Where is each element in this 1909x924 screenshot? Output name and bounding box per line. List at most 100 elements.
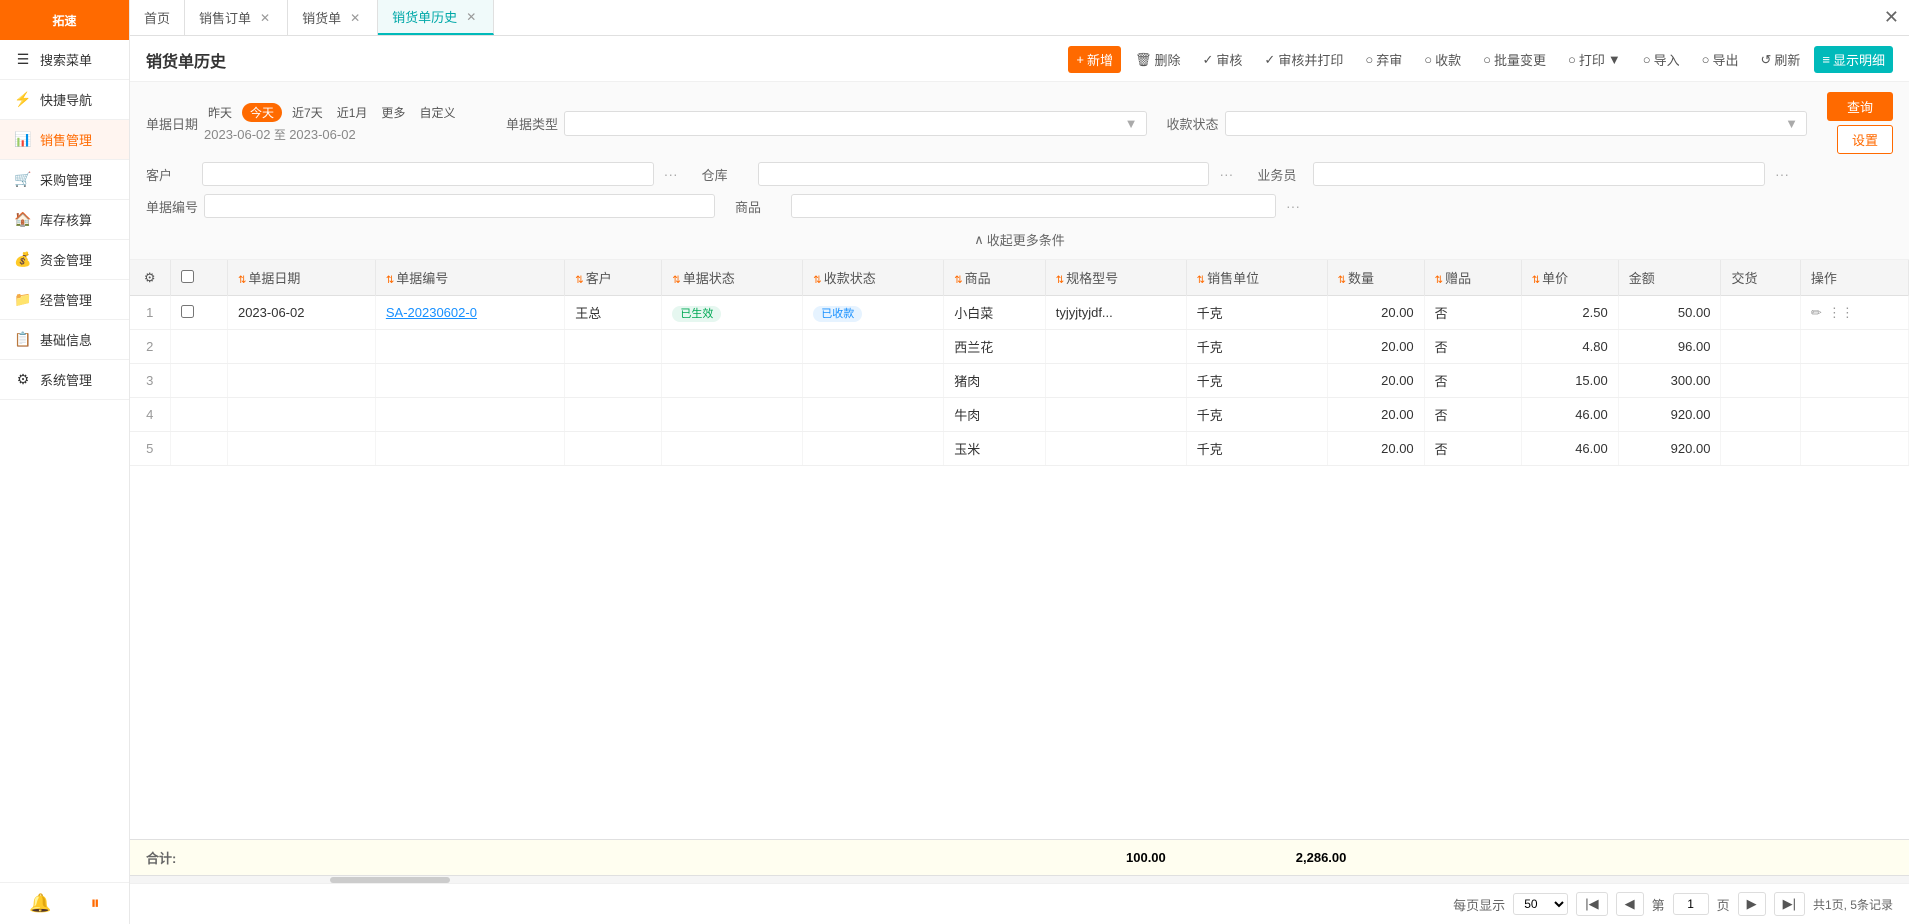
- refresh-button[interactable]: ↺ 刷新: [1752, 46, 1808, 73]
- print-button[interactable]: ○ 打印 ▼: [1560, 46, 1629, 73]
- shortcut-1month[interactable]: 近1月: [333, 103, 372, 122]
- tab-home-label: 首页: [144, 8, 170, 27]
- horizontal-scrollbar[interactable]: [130, 875, 1909, 883]
- shortcut-yesterday[interactable]: 昨天: [204, 103, 236, 122]
- abandon-button[interactable]: ○ 弃审: [1357, 46, 1410, 73]
- tab-sales-history[interactable]: 销货单历史 ✕: [378, 0, 494, 35]
- row-order-no[interactable]: [375, 364, 564, 398]
- per-page-select[interactable]: 50 100 200: [1513, 893, 1568, 915]
- review-print-button[interactable]: ✓ 审核并打印: [1256, 46, 1351, 73]
- row-gift: 否: [1424, 330, 1521, 364]
- warehouse-more-icon[interactable]: ···: [1215, 166, 1237, 182]
- date-column-header[interactable]: ⇅单据日期: [227, 260, 375, 296]
- notification-icon[interactable]: 🔔: [29, 893, 51, 914]
- sidebar-item-sales-mgmt[interactable]: 📊 销售管理: [0, 120, 129, 160]
- customer-input[interactable]: [202, 162, 654, 186]
- filter-settings-button[interactable]: 设置: [1837, 125, 1893, 154]
- sidebar-item-operation-mgmt[interactable]: 📁 经营管理: [0, 280, 129, 320]
- last-page-button[interactable]: ▶|: [1774, 892, 1805, 916]
- qty-column-header[interactable]: ⇅数量: [1327, 260, 1424, 296]
- row-checkbox-cell[interactable]: [170, 364, 227, 398]
- sidebar-item-quick-nav[interactable]: ⚡ 快捷导航: [0, 80, 129, 120]
- settings-column-header[interactable]: ⚙: [130, 260, 170, 296]
- gift-column-header[interactable]: ⇅赠品: [1424, 260, 1521, 296]
- shortcut-custom[interactable]: 自定义: [415, 103, 459, 122]
- row-transaction: [1721, 330, 1800, 364]
- tab-sales-goods-close[interactable]: ✕: [347, 10, 363, 26]
- next-page-button[interactable]: ▶: [1738, 892, 1766, 916]
- sidebar-item-inventory[interactable]: 🏠 库存核算: [0, 200, 129, 240]
- transaction-column-header: 交货: [1721, 260, 1800, 296]
- sidebar-item-search-menu[interactable]: ☰ 搜索菜单: [0, 40, 129, 80]
- warehouse-input[interactable]: [758, 162, 1210, 186]
- price-column-header[interactable]: ⇅单价: [1521, 260, 1618, 296]
- goods-input[interactable]: [791, 194, 1276, 218]
- row-order-no[interactable]: [375, 398, 564, 432]
- row-checkbox-cell[interactable]: [170, 296, 227, 330]
- row-checkbox-cell[interactable]: [170, 330, 227, 364]
- order-status-column-header[interactable]: ⇅单据状态: [662, 260, 803, 296]
- unit-column-header[interactable]: ⇅销售单位: [1186, 260, 1327, 296]
- page-number-input[interactable]: [1673, 893, 1709, 915]
- spec-column-header[interactable]: ⇅规格型号: [1045, 260, 1186, 296]
- query-button[interactable]: 查询: [1827, 92, 1893, 121]
- row-checkbox[interactable]: [181, 305, 194, 318]
- review-label: 审核: [1216, 50, 1242, 69]
- receive-button[interactable]: ○ 收款: [1416, 46, 1469, 73]
- row-checkbox-cell[interactable]: [170, 432, 227, 466]
- collapse-filter-button[interactable]: ∧ 收起更多条件: [974, 230, 1065, 249]
- order-no-input[interactable]: [204, 194, 715, 218]
- shortcut-today[interactable]: 今天: [242, 103, 282, 122]
- shortcut-7days[interactable]: 近7天: [288, 103, 327, 122]
- table-row: 4牛肉千克20.00否46.00920.00: [130, 398, 1909, 432]
- salesman-more-icon[interactable]: ···: [1771, 166, 1793, 182]
- delete-button[interactable]: 🗑 删除: [1127, 46, 1189, 73]
- prev-page-button[interactable]: ◀: [1616, 892, 1644, 916]
- row-unit: 千克: [1186, 364, 1327, 398]
- customer-more-icon[interactable]: ···: [660, 166, 682, 182]
- order-no-column-header[interactable]: ⇅单据编号: [375, 260, 564, 296]
- tab-home[interactable]: 首页: [130, 0, 185, 35]
- tab-sales-goods[interactable]: 销货单 ✕: [288, 0, 378, 35]
- pay-status-select[interactable]: ▼: [1225, 111, 1807, 136]
- filter-order-no: 单据编号: [146, 194, 715, 218]
- sidebar-item-sys-mgmt[interactable]: ⚙ 系统管理: [0, 360, 129, 400]
- tab-sales-order-close[interactable]: ✕: [257, 10, 273, 26]
- show-detail-button[interactable]: ≡ 显示明细: [1814, 46, 1893, 73]
- sidebar-item-label: 基础信息: [40, 330, 92, 349]
- edit-icon[interactable]: ✏: [1811, 305, 1822, 321]
- tab-sales-order[interactable]: 销售订单 ✕: [185, 0, 288, 35]
- shortcut-more[interactable]: 更多: [377, 103, 409, 122]
- more-actions-icon[interactable]: ⋮⋮: [1828, 305, 1854, 321]
- export-button[interactable]: ○ 导出: [1694, 46, 1747, 73]
- row-spec: [1045, 432, 1186, 466]
- doc-type-select[interactable]: ▼: [564, 111, 1146, 136]
- print-icon: ○: [1568, 52, 1576, 67]
- sidebar-item-base-info[interactable]: 📋 基础信息: [0, 320, 129, 360]
- salesman-input[interactable]: [1313, 162, 1765, 186]
- row-order-no[interactable]: [375, 330, 564, 364]
- row-order-no[interactable]: SA-20230602-0: [375, 296, 564, 330]
- row-order-no[interactable]: [375, 432, 564, 466]
- tab-sales-order-label: 销售订单: [199, 8, 251, 27]
- tab-sales-history-close[interactable]: ✕: [463, 9, 479, 25]
- first-page-button[interactable]: |◀: [1576, 892, 1607, 916]
- import-button[interactable]: ○ 导入: [1635, 46, 1688, 73]
- pause-icon[interactable]: ⏸: [91, 893, 100, 914]
- sidebar-item-purchase-mgmt[interactable]: 🛒 采购管理: [0, 160, 129, 200]
- batch-change-button[interactable]: ○ 批量变更: [1475, 46, 1554, 73]
- goods-more-icon[interactable]: ···: [1282, 198, 1304, 214]
- pay-status-column-header[interactable]: ⇅收款状态: [803, 260, 944, 296]
- row-qty: 20.00: [1327, 432, 1424, 466]
- checkbox-column-header[interactable]: [170, 260, 227, 296]
- goods-column-header[interactable]: ⇅商品: [944, 260, 1045, 296]
- row-actions: ✏ ⋮⋮: [1800, 296, 1908, 330]
- operation-mgmt-icon: 📁: [14, 291, 32, 308]
- select-all-checkbox[interactable]: [181, 270, 194, 283]
- close-all-tabs-button[interactable]: ✕: [1874, 7, 1909, 28]
- row-checkbox-cell[interactable]: [170, 398, 227, 432]
- customer-column-header[interactable]: ⇅客户: [565, 260, 662, 296]
- review-button[interactable]: ✓ 审核: [1195, 46, 1251, 73]
- new-button[interactable]: + 新增: [1068, 46, 1121, 73]
- sidebar-item-finance-mgmt[interactable]: 💰 资金管理: [0, 240, 129, 280]
